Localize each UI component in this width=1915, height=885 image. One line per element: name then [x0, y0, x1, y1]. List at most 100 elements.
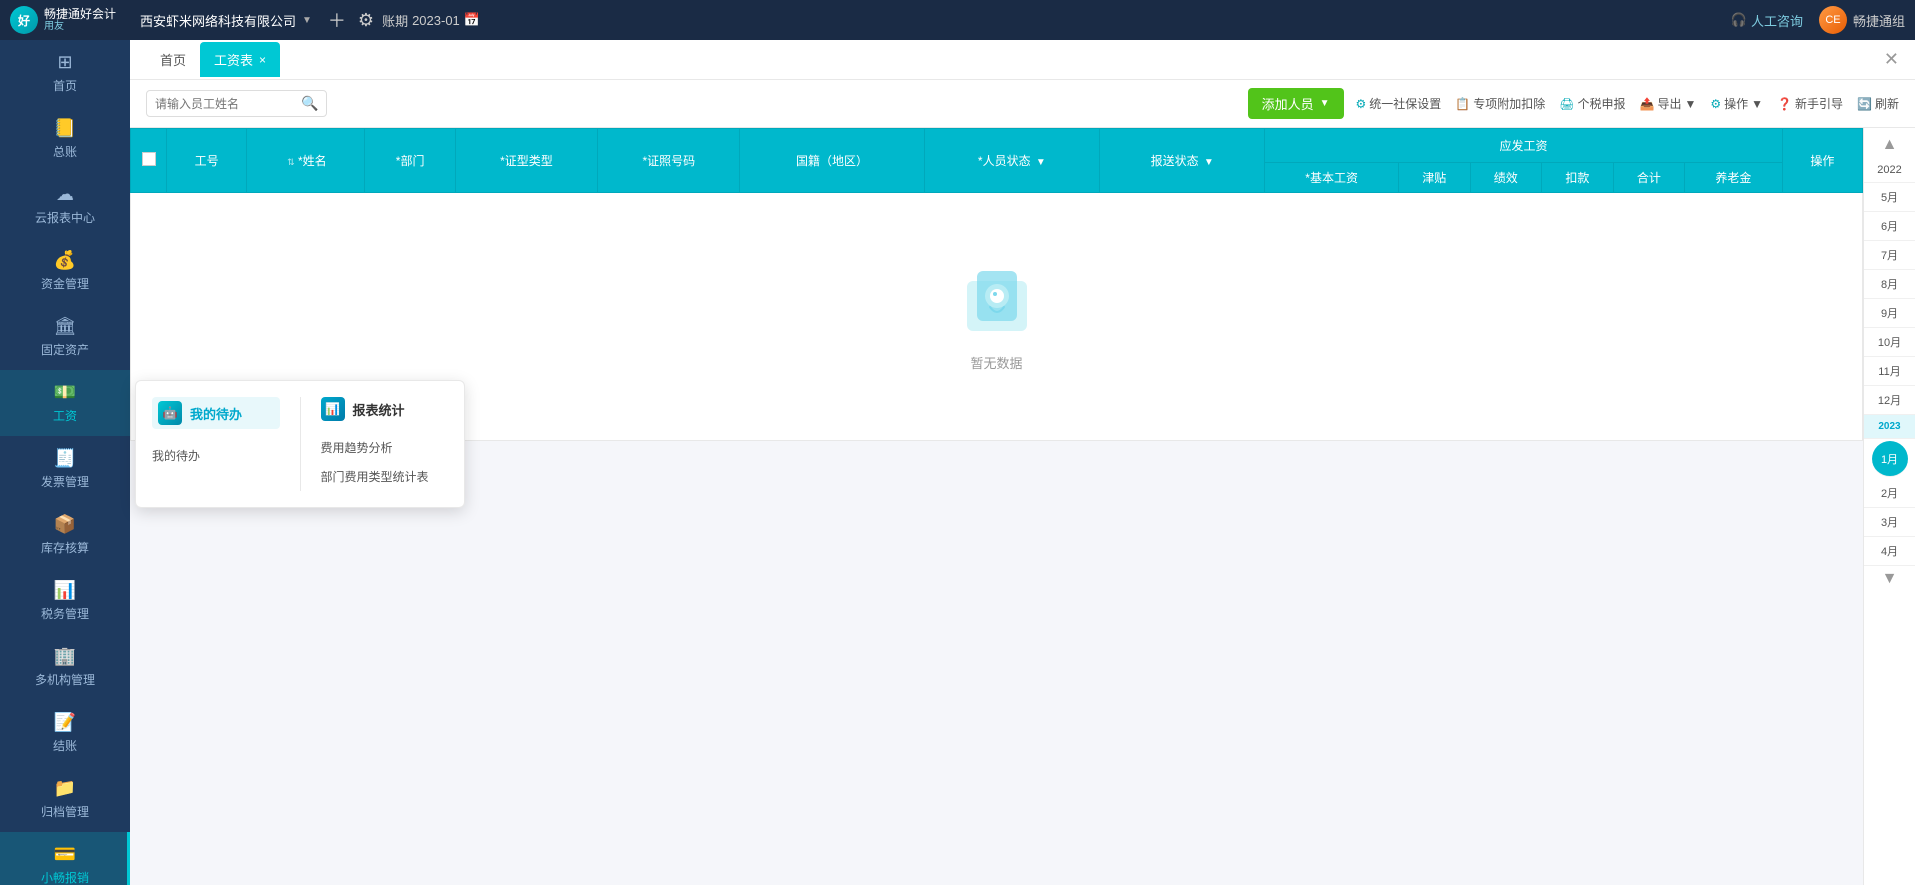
- month-2022-8[interactable]: 8月: [1864, 270, 1915, 299]
- logo-text: 畅捷通好会计 用友: [44, 7, 116, 33]
- finance-icon: 💰: [54, 250, 76, 271]
- month-2022-6[interactable]: 6月: [1864, 212, 1915, 241]
- th-pension[interactable]: 养老金: [1685, 163, 1783, 193]
- sidebar-item-cloud[interactable]: ☁ 云报表中心: [0, 172, 130, 238]
- sidebar-label-xiaochang: 小畅报销: [41, 869, 89, 885]
- th-checkbox: [131, 129, 167, 193]
- service-label: 人工咨询: [1751, 11, 1803, 30]
- special-deduct-btn[interactable]: 📋 专项附加扣除: [1455, 95, 1545, 112]
- calendar-icon[interactable]: 📅: [464, 12, 480, 28]
- tab-salary[interactable]: 工资表 ×: [200, 42, 280, 77]
- th-number[interactable]: 工号: [167, 129, 247, 193]
- tab-salary-label: 工资表: [214, 50, 253, 69]
- close-all-button[interactable]: ✕: [1884, 49, 1899, 70]
- archive-icon: 📁: [54, 778, 76, 799]
- avatar: CE: [1819, 6, 1847, 34]
- th-idtype[interactable]: *证型类型: [455, 129, 597, 193]
- top-right: 🎧 人工咨询 CE 畅捷通组: [1731, 6, 1905, 34]
- month-picker-down-arrow[interactable]: ▼: [1878, 566, 1902, 592]
- th-deduction[interactable]: 扣款: [1542, 163, 1614, 193]
- month-2022-10[interactable]: 10月: [1864, 328, 1915, 357]
- th-nation[interactable]: 国籍（地区）: [740, 129, 924, 193]
- month-2022-5[interactable]: 5月: [1864, 183, 1915, 212]
- th-performance[interactable]: 绩效: [1470, 163, 1542, 193]
- sidebar-item-tax[interactable]: 📊 税务管理: [0, 568, 130, 634]
- sidebar-item-home[interactable]: ⊞ 首页: [0, 40, 130, 106]
- empty-icon: [957, 261, 1037, 341]
- month-2022-9[interactable]: 9月: [1864, 299, 1915, 328]
- sidebar-label-invoice: 发票管理: [41, 473, 89, 490]
- company-selector[interactable]: 西安虾米网络科技有限公司 ▼: [140, 11, 312, 30]
- month-2023-1[interactable]: 1月: [1872, 441, 1908, 477]
- user-area[interactable]: CE 畅捷通组: [1819, 6, 1905, 34]
- invoice-icon: 🧾: [54, 448, 76, 469]
- th-idnum[interactable]: *证照号码: [598, 129, 740, 193]
- month-2022-12[interactable]: 12月: [1864, 386, 1915, 415]
- th-total[interactable]: 合计: [1613, 163, 1685, 193]
- app-sub: 用友: [44, 21, 116, 33]
- sidebar-item-xiaochang[interactable]: 💳 小畅报销: [0, 832, 130, 885]
- th-base-salary[interactable]: *基本工资: [1265, 163, 1399, 193]
- search-input[interactable]: [155, 97, 295, 111]
- sidebar-item-inventory[interactable]: 📦 库存核算: [0, 502, 130, 568]
- month-2023-3[interactable]: 3月: [1864, 508, 1915, 537]
- popup-col-todo-title: 🤖 我的待办: [152, 397, 280, 429]
- service-btn[interactable]: 🎧 人工咨询: [1731, 11, 1803, 30]
- sidebar: ⊞ 首页 📒 总账 ☁ 云报表中心 💰 资金管理 🏛 固定资产 💵 工资 🧾 发…: [0, 40, 130, 885]
- sidebar-item-assets[interactable]: 🏛 固定资产: [0, 304, 130, 370]
- popup-report-item-1[interactable]: 费用趋势分析: [321, 433, 449, 462]
- month-2022-7[interactable]: 7月: [1864, 241, 1915, 270]
- month-2022-label: 2022: [1864, 158, 1915, 183]
- sidebar-label-multi: 多机构管理: [35, 671, 95, 688]
- xiaochang-icon: 💳: [54, 844, 76, 865]
- sidebar-label-assets: 固定资产: [41, 341, 89, 358]
- popup-report-item-2[interactable]: 部门费用类型统计表: [321, 462, 449, 491]
- social-security-btn[interactable]: ⚙ 统一社保设置: [1356, 95, 1442, 112]
- salary-icon: 💵: [54, 382, 76, 403]
- company-name: 西安虾米网络科技有限公司: [140, 11, 296, 30]
- sidebar-item-salary[interactable]: 💵 工资: [0, 370, 130, 436]
- settings-icon[interactable]: ⚙: [358, 10, 374, 31]
- tab-home[interactable]: 首页: [146, 42, 200, 77]
- th-operation[interactable]: 操作: [1782, 129, 1862, 193]
- tax-declare-btn[interactable]: 🖨 个税申报: [1559, 95, 1625, 112]
- month-picker-up-arrow[interactable]: ▲: [1878, 132, 1902, 158]
- operation-btn[interactable]: ⚙ 操作 ▼: [1710, 95, 1763, 112]
- add-person-button[interactable]: 添加人员 ▼: [1248, 88, 1344, 119]
- todo-icon: 🤖: [158, 401, 182, 425]
- sidebar-label-archive: 归档管理: [41, 803, 89, 820]
- select-all-checkbox[interactable]: [142, 152, 156, 166]
- popup-todo-item-1[interactable]: 我的待办: [152, 441, 280, 470]
- th-name[interactable]: ⇅ *姓名: [247, 129, 365, 193]
- refresh-btn[interactable]: 🔄 刷新: [1857, 95, 1899, 112]
- th-submit[interactable]: 报送状态 ▼: [1100, 129, 1265, 193]
- sidebar-item-invoice[interactable]: 🧾 发票管理: [0, 436, 130, 502]
- operation-icon: ⚙: [1710, 97, 1721, 111]
- month-2023-4[interactable]: 4月: [1864, 537, 1915, 566]
- th-status[interactable]: *人员状态 ▼: [924, 129, 1099, 193]
- th-dept[interactable]: *部门: [365, 129, 455, 193]
- tab-close-icon[interactable]: ×: [259, 53, 266, 67]
- search-box: 🔍: [146, 90, 327, 117]
- multi-icon: 🏢: [54, 646, 76, 667]
- month-2023-2[interactable]: 2月: [1864, 479, 1915, 508]
- assets-icon: 🏛: [54, 316, 77, 337]
- add-icon[interactable]: ＋: [328, 7, 346, 33]
- logo-area: 好 畅捷通好会计 用友: [10, 6, 130, 34]
- inventory-icon: 📦: [54, 514, 76, 535]
- sidebar-item-archive[interactable]: 📁 归档管理: [0, 766, 130, 832]
- tax-icon: 📊: [54, 580, 76, 601]
- chevron-down-icon: ▼: [302, 15, 312, 26]
- sidebar-item-finance[interactable]: 💰 资金管理: [0, 238, 130, 304]
- export-btn[interactable]: 📤 导出 ▼: [1640, 95, 1697, 112]
- th-allowance[interactable]: 津贴: [1398, 163, 1470, 193]
- newbie-guide-btn[interactable]: ❓ 新手引导: [1777, 95, 1843, 112]
- sidebar-item-ledger[interactable]: 📒 总账: [0, 106, 130, 172]
- month-2022-11[interactable]: 11月: [1864, 357, 1915, 386]
- op-chevron-icon: ▼: [1751, 97, 1763, 111]
- sidebar-item-settle[interactable]: 📝 结账: [0, 700, 130, 766]
- sidebar-label-tax: 税务管理: [41, 605, 89, 622]
- sidebar-item-multi[interactable]: 🏢 多机构管理: [0, 634, 130, 700]
- empty-text: 暂无数据: [970, 353, 1022, 372]
- home-icon: ⊞: [57, 52, 72, 73]
